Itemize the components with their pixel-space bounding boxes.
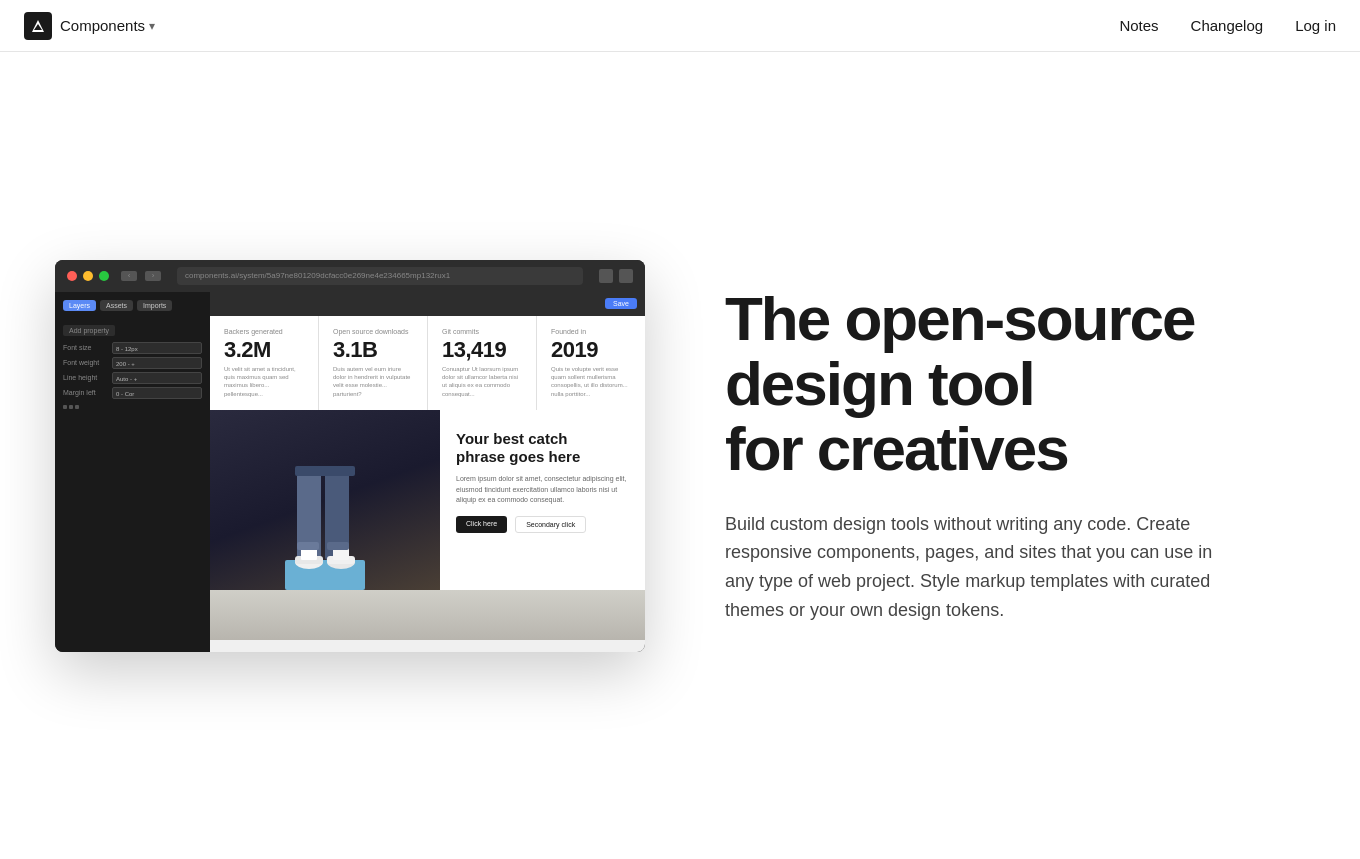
nav-brand-text: Components [60, 17, 145, 34]
stat-value-2: 13,419 [442, 339, 522, 361]
sidebar-tabs: Layers Assets Imports [63, 300, 202, 311]
jeans-illustration [285, 430, 365, 590]
hero-tagline: Your best catch phrase goes here [456, 430, 629, 466]
stat-item-3: Founded in 2019 Quis te volupte verit es… [537, 316, 645, 411]
assets-tab[interactable]: Assets [100, 300, 133, 311]
main-headline: The open-source design tool for creative… [725, 286, 1305, 481]
font-size-row: Font size 8 - 12px [63, 342, 202, 354]
line-height-value: Auto - + [116, 373, 198, 385]
imports-tab[interactable]: Imports [137, 300, 172, 311]
hero-section: Your best catch phrase goes here Lorem i… [210, 410, 645, 590]
nav-changelog-link[interactable]: Changelog [1191, 17, 1264, 34]
stat-desc-3: Quis te volupte verit esse quam sollent … [551, 365, 631, 399]
hero-body: Lorem ipsum dolor sit amet, consectetur … [456, 474, 629, 506]
app-main: Save Backers generated 3.2M Ut velit sit… [210, 292, 645, 652]
screenshot-container: ‹ › components.ai/system/5a97ne801209dcf… [55, 260, 645, 652]
font-size-value: 8 - 12px [116, 343, 198, 355]
sidebar-dots [63, 405, 79, 409]
svg-rect-12 [297, 542, 319, 550]
hero-content: Your best catch phrase goes here Lorem i… [440, 410, 645, 590]
stat-item-1: Open source downloads 3.1B Duis autem ve… [319, 316, 428, 411]
dot2 [69, 405, 73, 409]
svg-rect-13 [327, 542, 349, 550]
chevron-down-icon: ▾ [149, 19, 155, 33]
traffic-lights [67, 271, 109, 281]
font-weight-field[interactable]: 200 - + [112, 357, 202, 369]
stat-item-0: Backers generated 3.2M Ut velit sit amet… [210, 316, 319, 411]
minimize-dot [83, 271, 93, 281]
sidebar-fields: Font size 8 - 12px Font weight 200 - + [63, 342, 202, 399]
nav-brand[interactable]: Components ▾ [60, 17, 155, 34]
nav-notes-link[interactable]: Notes [1119, 17, 1158, 34]
fullscreen-dot [99, 271, 109, 281]
browser-address-bar[interactable]: components.ai/system/5a97ne801209dcfacc0… [177, 267, 583, 285]
app-topbar: Save [210, 292, 645, 316]
svg-rect-5 [295, 466, 355, 476]
hero-tagline-line1: Your best catch [456, 430, 567, 447]
font-size-field[interactable]: 8 - 12px [112, 342, 202, 354]
hero-primary-btn[interactable]: Click here [456, 516, 507, 533]
address-text: components.ai/system/5a97ne801209dcfacc0… [185, 271, 450, 280]
navbar: Components ▾ Notes Changelog Log in [0, 0, 1360, 52]
logo-icon[interactable] [24, 12, 52, 40]
new-tab-icon[interactable] [619, 269, 633, 283]
nav-right: Notes Changelog Log in [1119, 17, 1336, 34]
headline-line2: design tool [725, 349, 1034, 418]
margin-left-label: Margin left [63, 389, 108, 396]
forward-btn[interactable]: › [145, 271, 161, 281]
main-content: ‹ › components.ai/system/5a97ne801209dcf… [0, 0, 1360, 859]
share-icon[interactable] [599, 269, 613, 283]
text-content: The open-source design tool for creative… [725, 286, 1305, 624]
nav-left: Components ▾ [24, 12, 155, 40]
browser-titlebar: ‹ › components.ai/system/5a97ne801209dcf… [55, 260, 645, 292]
layers-tab[interactable]: Layers [63, 300, 96, 311]
line-height-row: Line height Auto - + [63, 372, 202, 384]
dot1 [63, 405, 67, 409]
margin-left-row: Margin left 0 - Cor [63, 387, 202, 399]
headline-line3: for creatives [725, 414, 1068, 483]
add-property-btn[interactable]: Add property [63, 325, 115, 336]
stat-value-0: 3.2M [224, 339, 304, 361]
stat-item-2: Git commits 13,419 Conuaptur Ut laorsum … [428, 316, 537, 411]
hero-buttons: Click here Secondary click [456, 516, 629, 533]
stat-label-1: Open source downloads [333, 328, 413, 335]
app-content: Layers Assets Imports Add property Font … [55, 292, 645, 652]
bottom-preview [210, 590, 645, 640]
nav-login-link[interactable]: Log in [1295, 17, 1336, 34]
stat-value-1: 3.1B [333, 339, 413, 361]
browser-mockup: ‹ › components.ai/system/5a97ne801209dcf… [55, 260, 645, 652]
stat-value-3: 2019 [551, 339, 631, 361]
app-bottom-strip [210, 590, 645, 640]
font-weight-value: 200 - + [116, 358, 198, 370]
margin-left-field[interactable]: 0 - Cor [112, 387, 202, 399]
stat-label-3: Founded in [551, 328, 631, 335]
stats-section: Backers generated 3.2M Ut velit sit amet… [210, 316, 645, 411]
main-description: Build custom design tools without writin… [725, 510, 1245, 625]
margin-left-value: 0 - Cor [116, 388, 198, 400]
stat-label-2: Git commits [442, 328, 522, 335]
back-btn[interactable]: ‹ [121, 271, 137, 281]
stat-desc-2: Conuaptur Ut laorsum ipsum dolor sit ull… [442, 365, 522, 399]
browser-controls: ‹ › [121, 271, 161, 281]
font-size-label: Font size [63, 344, 108, 351]
dot3 [75, 405, 79, 409]
stat-label-0: Backers generated [224, 328, 304, 335]
line-height-label: Line height [63, 374, 108, 381]
font-weight-label: Font weight [63, 359, 108, 366]
stat-desc-1: Duis autem vel eum iriure dolor in hendr… [333, 365, 413, 399]
line-height-field[interactable]: Auto - + [112, 372, 202, 384]
save-button[interactable]: Save [605, 298, 637, 309]
app-sidebar: Layers Assets Imports Add property Font … [55, 292, 210, 652]
font-weight-row: Font weight 200 - + [63, 357, 202, 369]
hero-image [210, 410, 440, 590]
browser-actions [599, 269, 633, 283]
sidebar-bottom [63, 405, 202, 409]
stat-desc-0: Ut velit sit amet a tincidunt, quis maxi… [224, 365, 304, 399]
hero-secondary-btn[interactable]: Secondary click [515, 516, 586, 533]
hero-tagline-line2: phrase goes here [456, 448, 580, 465]
close-dot [67, 271, 77, 281]
headline-line1: The open-source [725, 284, 1195, 353]
